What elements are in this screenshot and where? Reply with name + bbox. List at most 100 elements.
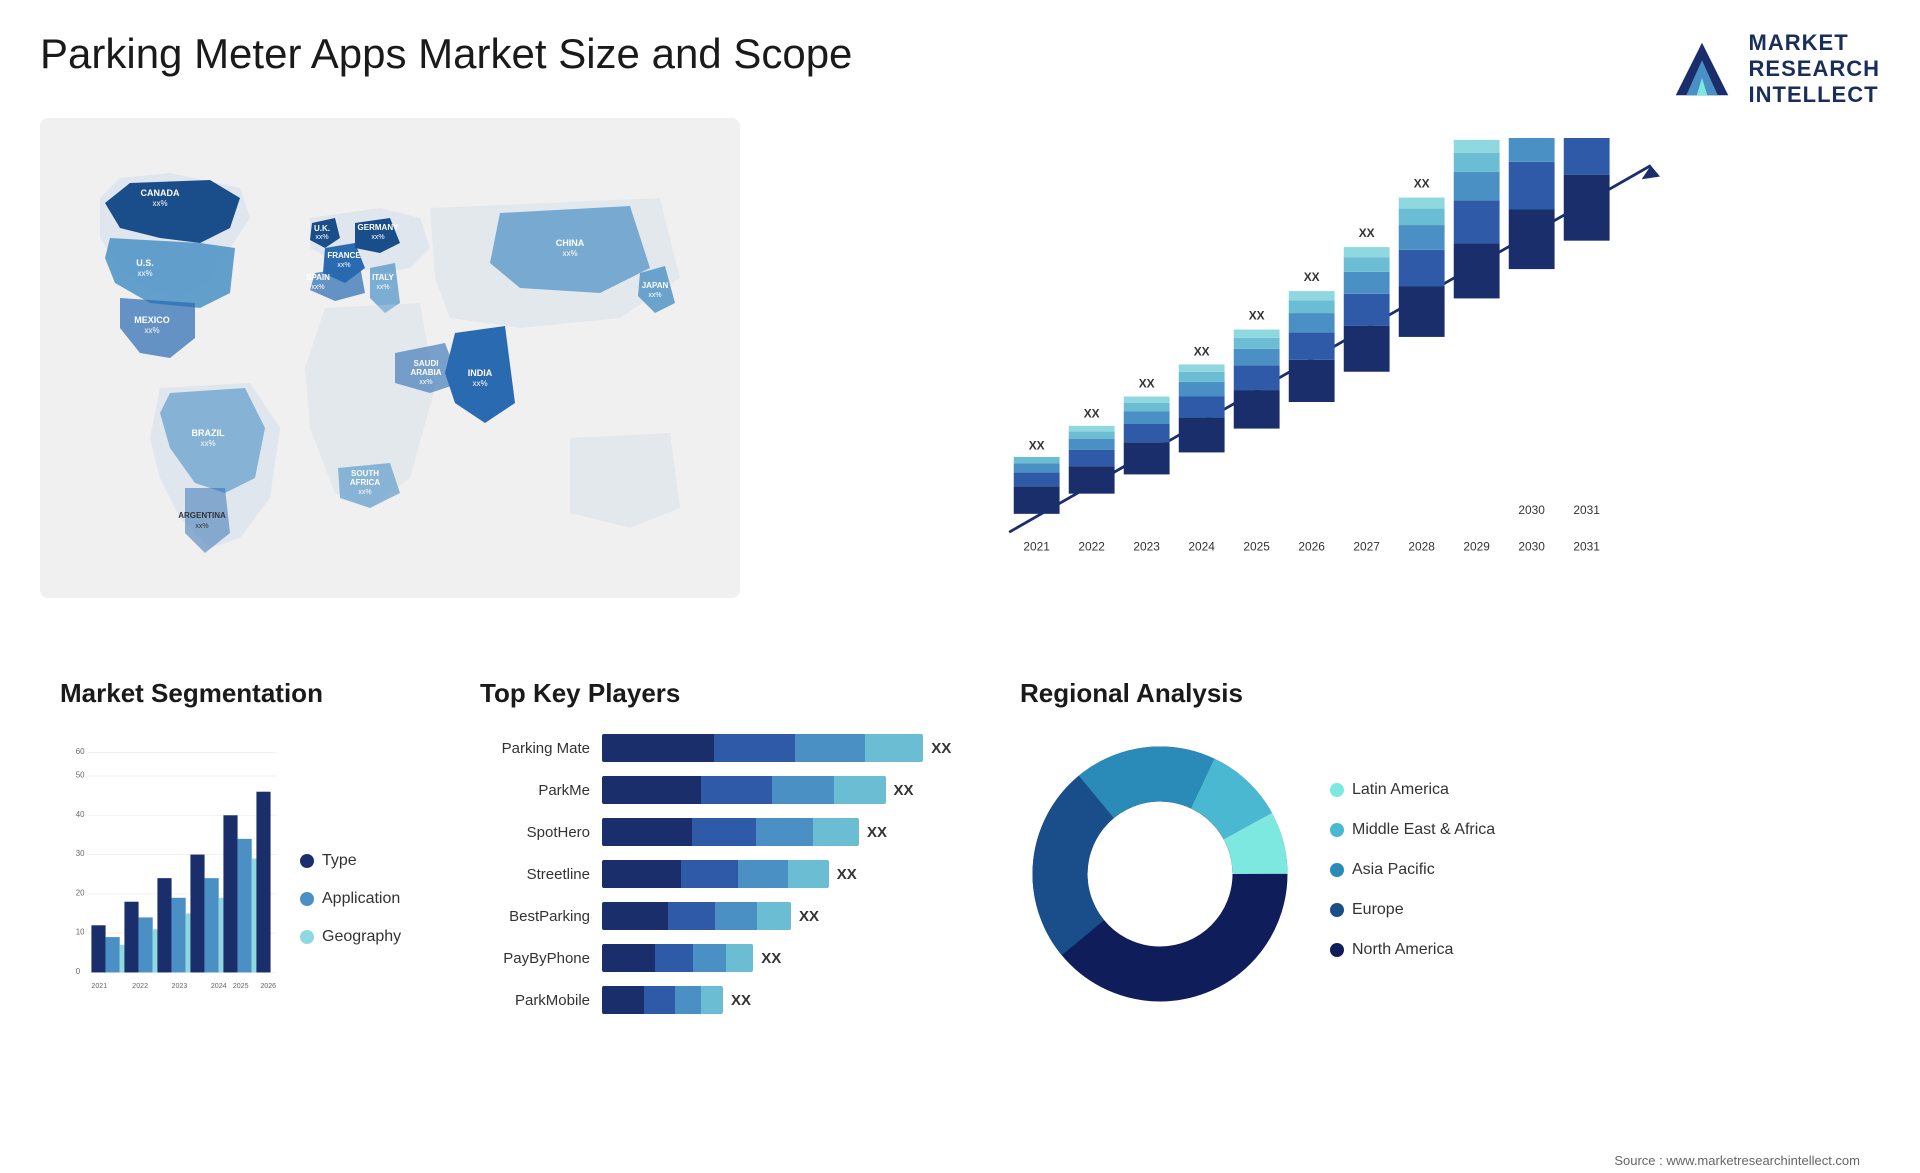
- svg-text:AFRICA: AFRICA: [350, 478, 380, 487]
- donut-chart: [1020, 734, 1300, 1014]
- brand-line3: INTELLECT: [1749, 82, 1879, 108]
- player-value: XX: [931, 740, 951, 757]
- svg-text:2031: 2031: [1573, 540, 1600, 554]
- svg-text:XX: XX: [1084, 407, 1100, 421]
- legend-label-type: Type: [322, 852, 357, 870]
- svg-text:2021: 2021: [1023, 540, 1050, 554]
- svg-text:2022: 2022: [132, 983, 148, 990]
- svg-text:ARABIA: ARABIA: [410, 368, 441, 377]
- svg-text:FRANCE: FRANCE: [327, 251, 361, 260]
- top-section: CANADA xx% U.S. xx% MEXICO xx% BRAZIL xx…: [40, 118, 1880, 638]
- svg-text:2022: 2022: [1078, 540, 1105, 554]
- svg-text:XX: XX: [1249, 309, 1265, 323]
- svg-text:0: 0: [76, 967, 81, 976]
- player-name: SpotHero: [480, 824, 590, 841]
- legend-application: Application: [300, 890, 401, 908]
- legend-label-latin: Latin America: [1352, 781, 1449, 799]
- player-value: XX: [894, 782, 914, 799]
- svg-text:MEXICO: MEXICO: [134, 315, 170, 325]
- segmentation-chart: 0 10 20 30 40 50 60: [60, 724, 280, 1004]
- svg-text:xx%: xx%: [144, 326, 159, 335]
- svg-text:XX: XX: [1194, 344, 1210, 358]
- players-list: Parking Mate XX ParkMe XX SpotHero XX Streetli…: [480, 724, 980, 1014]
- logo-text: MARKET RESEARCH INTELLECT: [1749, 30, 1880, 108]
- segmentation-title: Market Segmentation: [60, 678, 440, 709]
- svg-text:10: 10: [76, 928, 85, 937]
- bar-chart-container: XX 2021 XX 2022 XX 2023: [780, 118, 1880, 638]
- player-value: XX: [867, 824, 887, 841]
- svg-text:ARGENTINA: ARGENTINA: [178, 511, 226, 520]
- svg-text:U.K.: U.K.: [314, 224, 330, 233]
- svg-text:xx%: xx%: [337, 262, 350, 269]
- bottom-section: Market Segmentation 0 10 20 30 40 50 60: [40, 668, 1880, 1148]
- svg-text:GERMANY: GERMANY: [358, 223, 400, 232]
- svg-text:XX: XX: [1139, 376, 1155, 390]
- player-bar: [602, 902, 791, 930]
- player-name: ParkMobile: [480, 992, 590, 1009]
- brand-line2: RESEARCH: [1749, 56, 1880, 82]
- svg-text:xx%: xx%: [311, 284, 324, 291]
- legend-label-northam: North America: [1352, 941, 1453, 959]
- svg-text:20: 20: [76, 888, 85, 897]
- legend-dot-type: [300, 854, 314, 868]
- svg-text:2023: 2023: [172, 983, 188, 990]
- svg-text:SOUTH: SOUTH: [351, 469, 379, 478]
- svg-text:SPAIN: SPAIN: [306, 273, 330, 282]
- legend-middle-east: Middle East & Africa: [1330, 821, 1495, 839]
- player-name: ParkMe: [480, 782, 590, 799]
- legend-dot-northam: [1330, 943, 1344, 957]
- legend-dot-geography: [300, 930, 314, 944]
- player-row: ParkMe XX: [480, 776, 980, 804]
- logo-area: MARKET RESEARCH INTELLECT: [1667, 30, 1880, 108]
- svg-text:2030: 2030: [1518, 503, 1545, 517]
- svg-text:XX: XX: [1414, 177, 1430, 191]
- svg-text:xx%: xx%: [562, 249, 577, 258]
- player-bar: [602, 860, 829, 888]
- player-value: XX: [799, 908, 819, 925]
- legend-dot-application: [300, 892, 314, 906]
- player-row: Parking Mate XX: [480, 734, 980, 762]
- players-title: Top Key Players: [480, 678, 980, 709]
- svg-text:xx%: xx%: [195, 523, 208, 530]
- legend-latin-america: Latin America: [1330, 781, 1495, 799]
- legend-label-asia: Asia Pacific: [1352, 861, 1435, 879]
- svg-text:xx%: xx%: [419, 379, 432, 386]
- player-row: PayByPhoneXX: [480, 944, 980, 972]
- legend-asia-pacific: Asia Pacific: [1330, 861, 1495, 879]
- regional-legend: Latin America Middle East & Africa Asia …: [1330, 781, 1495, 967]
- svg-text:xx%: xx%: [358, 489, 371, 496]
- player-name: Streetline: [480, 866, 590, 883]
- svg-text:50: 50: [76, 771, 85, 780]
- source-text: Source : www.marketresearchintellect.com: [40, 1148, 1880, 1173]
- svg-text:JAPAN: JAPAN: [642, 281, 669, 290]
- svg-text:xx%: xx%: [200, 439, 215, 448]
- svg-text:2029: 2029: [1463, 540, 1490, 554]
- svg-text:60: 60: [76, 747, 85, 756]
- player-value: XX: [761, 950, 781, 967]
- player-bar: [602, 944, 753, 972]
- svg-text:30: 30: [76, 849, 85, 858]
- page-title: Parking Meter Apps Market Size and Scope: [40, 30, 852, 78]
- svg-text:2024: 2024: [211, 983, 227, 990]
- player-value: XX: [731, 992, 751, 1009]
- players-section: Top Key Players Parking MateXXParkMeXXSp…: [460, 668, 1000, 1148]
- svg-text:U.S.: U.S.: [136, 258, 154, 268]
- svg-text:2024: 2024: [1188, 540, 1215, 554]
- player-row: BestParkingXX: [480, 902, 980, 930]
- svg-text:xx%: xx%: [371, 234, 384, 241]
- legend-label-geography: Geography: [322, 928, 401, 946]
- player-bar: [602, 734, 923, 762]
- logo-icon: [1667, 34, 1737, 104]
- svg-text:2027: 2027: [1353, 540, 1380, 554]
- svg-text:40: 40: [76, 810, 85, 819]
- legend-dot-mideast: [1330, 823, 1344, 837]
- map-container: CANADA xx% U.S. xx% MEXICO xx% BRAZIL xx…: [40, 118, 740, 638]
- legend-dot-asia: [1330, 863, 1344, 877]
- regional-title: Regional Analysis: [1020, 678, 1860, 709]
- svg-text:2023: 2023: [1133, 540, 1160, 554]
- player-row: SpotHero XX: [480, 818, 980, 846]
- player-name: Parking Mate: [480, 740, 590, 757]
- segmentation-section: Market Segmentation 0 10 20 30 40 50 60: [40, 668, 460, 1148]
- world-map: CANADA xx% U.S. xx% MEXICO xx% BRAZIL xx…: [40, 118, 740, 598]
- svg-text:XX: XX: [1029, 439, 1045, 453]
